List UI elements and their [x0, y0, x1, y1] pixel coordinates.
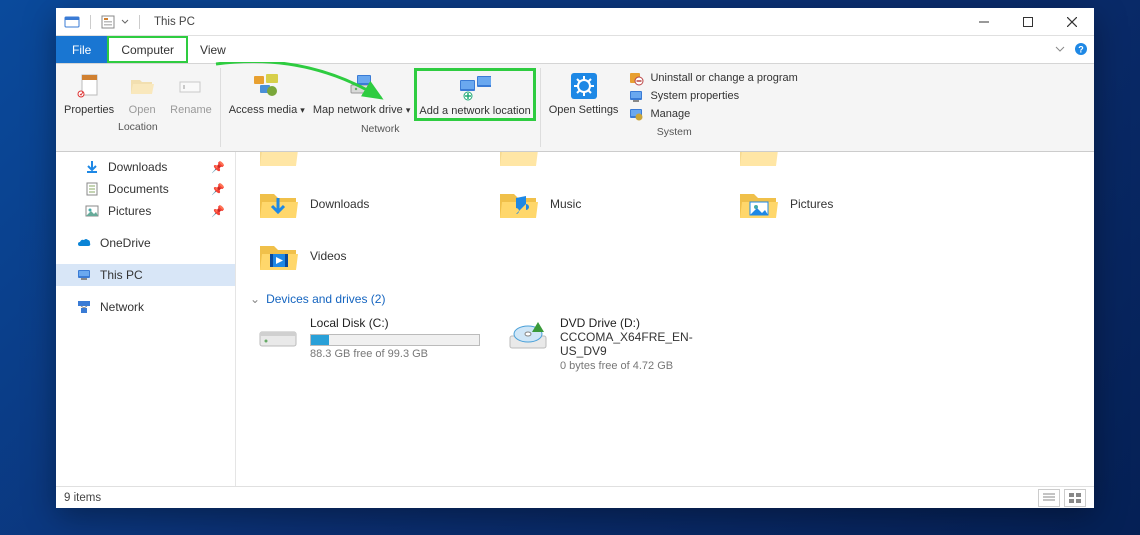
- folder-item[interactable]: [476, 152, 716, 178]
- uninstall-icon: [628, 70, 644, 86]
- pin-icon: 📌: [211, 205, 225, 218]
- local-disk-icon: [256, 316, 300, 356]
- pin-icon: 📌: [211, 161, 225, 174]
- folder-icon: [736, 152, 780, 172]
- onedrive-icon: [76, 235, 92, 251]
- videos-folder-icon: [256, 236, 300, 276]
- nav-onedrive[interactable]: OneDrive: [56, 232, 235, 254]
- rename-button: Rename: [166, 68, 216, 119]
- system-properties-icon: [628, 88, 644, 104]
- open-button: Open: [118, 68, 166, 119]
- folder-icon: [256, 152, 300, 172]
- properties-icon: [73, 70, 105, 102]
- map-drive-button[interactable]: Map network drive ▾: [309, 68, 415, 119]
- open-settings-button[interactable]: Open Settings: [545, 68, 623, 119]
- map-drive-icon: [346, 70, 378, 102]
- drives-section-header[interactable]: ⌄ Devices and drives (2): [236, 282, 1094, 310]
- status-item-count: 9 items: [64, 492, 101, 504]
- system-properties-button[interactable]: System properties: [628, 88, 797, 104]
- dvd-drive-icon: [506, 316, 550, 356]
- minimize-button[interactable]: [962, 8, 1006, 36]
- drive-c[interactable]: Local Disk (C:) 88.3 GB free of 99.3 GB: [236, 310, 486, 378]
- pictures-folder-icon: [736, 184, 780, 224]
- music-folder-icon: [496, 184, 540, 224]
- folder-downloads[interactable]: Downloads: [236, 178, 476, 230]
- this-pc-icon: [76, 267, 92, 283]
- network-icon: [76, 299, 92, 315]
- maximize-button[interactable]: [1006, 8, 1050, 36]
- manage-button[interactable]: Manage: [628, 106, 797, 122]
- pin-icon: 📌: [211, 183, 225, 196]
- properties-button[interactable]: Properties: [60, 68, 118, 119]
- downloads-folder-icon: [256, 184, 300, 224]
- view-details-button[interactable]: [1038, 489, 1060, 507]
- add-network-location-icon: [459, 71, 491, 103]
- rename-icon: [175, 70, 207, 102]
- folder-icon: [496, 152, 540, 172]
- add-network-location-button[interactable]: Add a network location: [414, 68, 535, 121]
- documents-icon: [84, 181, 100, 197]
- svg-text:?: ?: [1078, 44, 1084, 54]
- access-media-icon: [251, 70, 283, 102]
- settings-gear-icon: [568, 70, 600, 102]
- folder-item[interactable]: [716, 152, 956, 178]
- nav-this-pc[interactable]: This PC: [56, 264, 235, 286]
- group-label-network: Network: [361, 123, 400, 137]
- view-tiles-button[interactable]: [1064, 489, 1086, 507]
- status-bar: 9 items: [56, 486, 1094, 508]
- qat-properties-icon[interactable]: [101, 15, 115, 29]
- explorer-window: This PC File Computer View ?: [56, 8, 1094, 508]
- folder-videos[interactable]: Videos: [236, 230, 476, 282]
- qat-dropdown-icon[interactable]: [121, 15, 129, 29]
- help-icon[interactable]: ?: [1074, 42, 1088, 59]
- disk-usage-bar: [310, 334, 480, 346]
- navigation-pane: Downloads 📌 Documents 📌 Pictures 📌 OneDr…: [56, 152, 236, 486]
- folder-music[interactable]: Music: [476, 178, 716, 230]
- window-title: This PC: [154, 16, 195, 28]
- titlebar: This PC: [56, 8, 1094, 36]
- access-media-button[interactable]: Access media ▾: [225, 68, 309, 119]
- tab-computer[interactable]: Computer: [107, 36, 188, 63]
- tab-view[interactable]: View: [188, 36, 238, 63]
- open-icon: [126, 70, 158, 102]
- ribbon-tabs: File Computer View ?: [56, 36, 1094, 64]
- close-button[interactable]: [1050, 8, 1094, 36]
- minimize-ribbon-icon[interactable]: [1054, 43, 1066, 58]
- drive-d[interactable]: DVD Drive (D:) CCCOMA_X64FRE_EN-US_DV9 0…: [486, 310, 736, 378]
- nav-downloads[interactable]: Downloads 📌: [56, 156, 235, 178]
- app-icon: [64, 14, 80, 30]
- pictures-icon: [84, 203, 100, 219]
- downloads-icon: [84, 159, 100, 175]
- uninstall-program-button[interactable]: Uninstall or change a program: [628, 70, 797, 86]
- content-pane: Downloads Music Pictures: [236, 152, 1094, 486]
- manage-icon: [628, 106, 644, 122]
- folder-pictures[interactable]: Pictures: [716, 178, 956, 230]
- group-label-location: Location: [118, 121, 158, 135]
- nav-pictures[interactable]: Pictures 📌: [56, 200, 235, 222]
- folder-item[interactable]: [236, 152, 476, 178]
- tab-file[interactable]: File: [56, 36, 107, 63]
- nav-documents[interactable]: Documents 📌: [56, 178, 235, 200]
- chevron-down-icon: ⌄: [250, 292, 260, 306]
- group-label-system: System: [657, 126, 692, 140]
- nav-network[interactable]: Network: [56, 296, 235, 318]
- ribbon: Properties Open Rename Location: [56, 64, 1094, 152]
